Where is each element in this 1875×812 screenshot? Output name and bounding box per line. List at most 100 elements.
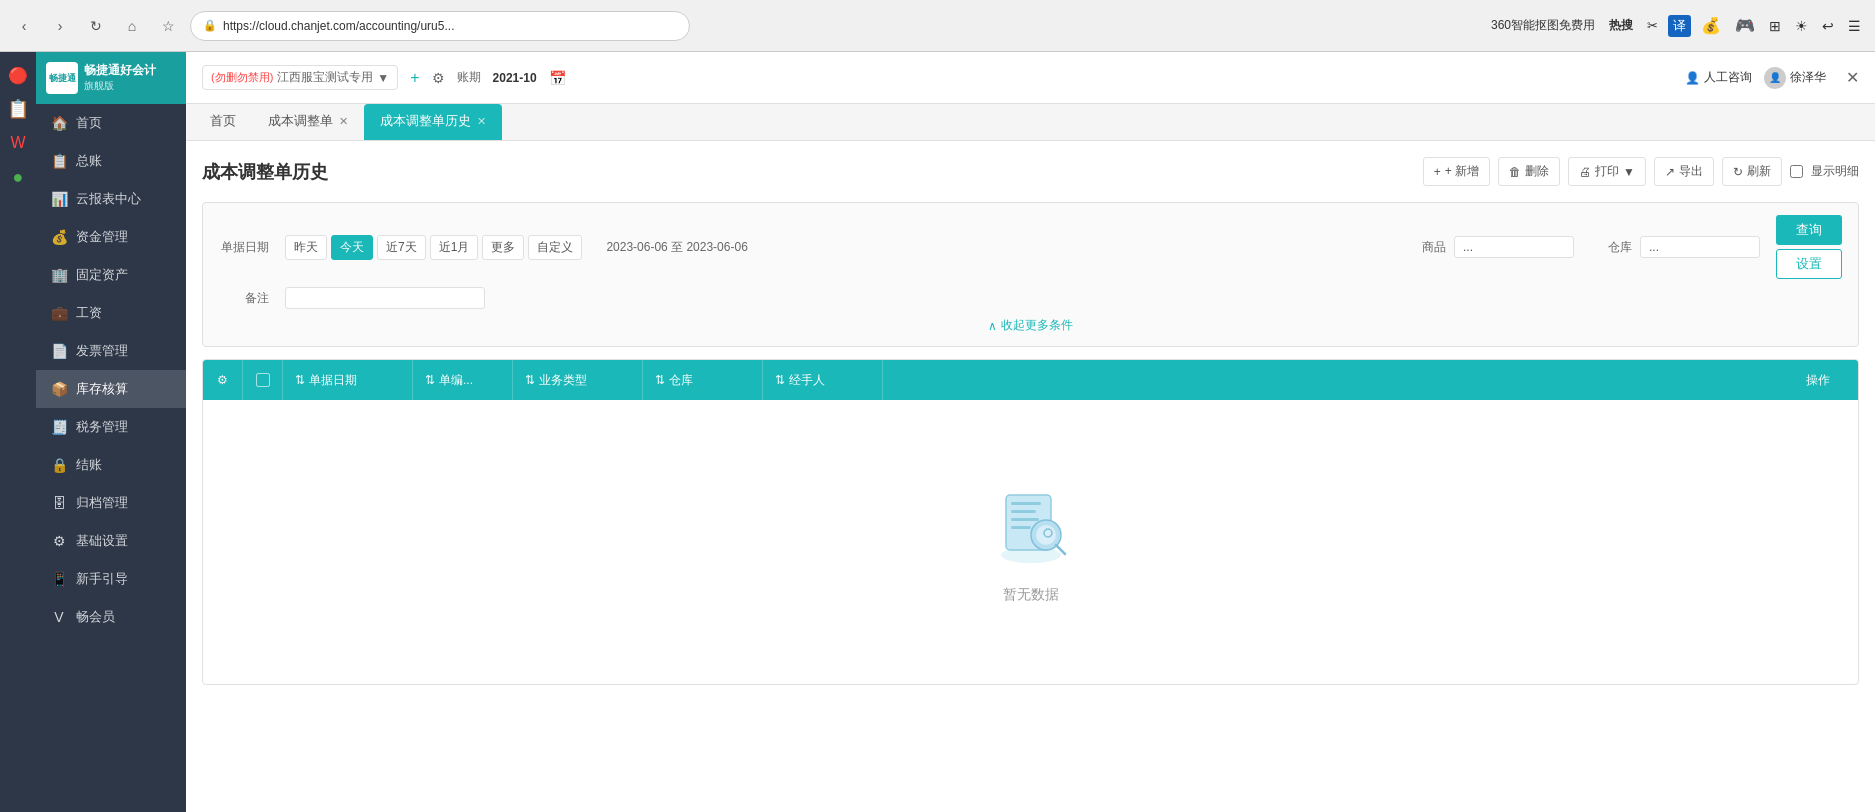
sidebar-item-closing[interactable]: 🔒结账 [36, 446, 186, 484]
sidebar-item-reports[interactable]: 📊云报表中心 [36, 180, 186, 218]
sidebar-icon-home: 🏠 [50, 115, 68, 131]
th-voucher[interactable]: ⇅ 单编... [413, 360, 513, 400]
hot-search-label[interactable]: 热搜 [1605, 15, 1637, 36]
collapse-button[interactable]: ∧ 收起更多条件 [988, 317, 1073, 334]
username-label: 徐泽华 [1790, 69, 1826, 86]
tab-label: 成本调整单 [268, 112, 333, 130]
sort-asc-icon-3: ⇅ [525, 373, 535, 387]
rail-icon-weibo[interactable]: W [3, 128, 33, 158]
sort-asc-icon-4: ⇅ [655, 373, 665, 387]
translate-icon[interactable]: 译 [1668, 15, 1691, 37]
app-edition: 旗舰版 [84, 79, 156, 93]
rail-icon-4[interactable]: ● [3, 162, 33, 192]
sidebar-item-funds[interactable]: 💰资金管理 [36, 218, 186, 256]
customer-service[interactable]: 👤 人工咨询 [1685, 69, 1752, 86]
tab-成本调整单[interactable]: 成本调整单 ✕ [252, 104, 364, 140]
menu-icon[interactable]: ☰ [1844, 16, 1865, 36]
forward-button[interactable]: › [46, 12, 74, 40]
new-button[interactable]: + + 新增 [1423, 157, 1490, 186]
sidebar-label-ledger: 总账 [76, 152, 102, 170]
brightness-icon[interactable]: ☀ [1791, 16, 1812, 36]
home-button[interactable]: ⌂ [118, 12, 146, 40]
th-action: 操作 [1778, 360, 1858, 400]
sidebar-label-funds: 资金管理 [76, 228, 128, 246]
dropdown-icon: ▼ [377, 71, 389, 85]
sidebar-item-home[interactable]: 🏠首页 [36, 104, 186, 142]
sidebar-nav: 🏠首页📋总账📊云报表中心💰资金管理🏢固定资产💼工资📄发票管理📦库存核算🧾税务管理… [36, 104, 186, 812]
export-icon: ↗ [1665, 165, 1675, 179]
print-button[interactable]: 🖨 打印 ▼ [1568, 157, 1646, 186]
select-all-checkbox[interactable] [256, 373, 270, 387]
date-btn-自定义[interactable]: 自定义 [528, 235, 582, 260]
scissors-icon[interactable]: ✂ [1643, 16, 1662, 35]
warehouse-filter-select[interactable]: ... [1640, 236, 1760, 258]
date-btn-近7天[interactable]: 近7天 [377, 235, 426, 260]
sidebar-icon-settings: ⚙ [50, 533, 68, 549]
undo-icon[interactable]: ↩ [1818, 16, 1838, 36]
sidebar-item-fixed-assets[interactable]: 🏢固定资产 [36, 256, 186, 294]
calendar-icon[interactable]: 📅 [549, 70, 566, 86]
sidebar-item-salary[interactable]: 💼工资 [36, 294, 186, 332]
rail-icon-1[interactable]: 🔴 [3, 60, 33, 90]
warehouse-filter-label: 仓库 [1582, 239, 1632, 256]
tab-成本调整单历史[interactable]: 成本调整单历史✕ [364, 104, 502, 140]
goods-filter-select[interactable]: ... [1454, 236, 1574, 258]
sidebar-item-invoice[interactable]: 📄发票管理 [36, 332, 186, 370]
date-btn-昨天[interactable]: 昨天 [285, 235, 327, 260]
tab-close-1[interactable]: ✕ [339, 115, 348, 128]
sidebar-item-guide[interactable]: 📱新手引导 [36, 560, 186, 598]
game-icon[interactable]: 🎮 [1731, 14, 1759, 37]
sidebar-icon-tax: 🧾 [50, 419, 68, 435]
th-gear[interactable]: ⚙ [203, 360, 243, 400]
grid-icon[interactable]: ⊞ [1765, 16, 1785, 36]
settings-icon[interactable]: ⚙ [432, 70, 445, 86]
company-selector[interactable]: (勿删勿禁用) 江西服宝测试专用 ▼ [202, 65, 398, 90]
ssl-icon: 🔒 [203, 19, 217, 32]
add-company-icon[interactable]: + [410, 69, 419, 87]
top-bar: (勿删勿禁用) 江西服宝测试专用 ▼ + ⚙ 账期 2021-10 📅 👤 人工… [186, 52, 1875, 104]
sidebar-item-tax[interactable]: 🧾税务管理 [36, 408, 186, 446]
sort-asc-icon-2: ⇅ [425, 373, 435, 387]
export-button[interactable]: ↗ 导出 [1654, 157, 1714, 186]
sidebar-label-closing: 结账 [76, 456, 102, 474]
remark-filter-input[interactable] [285, 287, 485, 309]
sidebar-item-inventory[interactable]: 📦库存核算 [36, 370, 186, 408]
sidebar-item-ledger[interactable]: 📋总账 [36, 142, 186, 180]
th-warehouse[interactable]: ⇅ 仓库 [643, 360, 763, 400]
sort-asc-icon: ⇅ [295, 373, 305, 387]
back-button[interactable]: ‹ [10, 12, 38, 40]
sidebar-item-archive[interactable]: 🗄归档管理 [36, 484, 186, 522]
main-content: (勿删勿禁用) 江西服宝测试专用 ▼ + ⚙ 账期 2021-10 📅 👤 人工… [186, 52, 1875, 812]
delete-button[interactable]: 🗑 删除 [1498, 157, 1560, 186]
date-btn-今天[interactable]: 今天 [331, 235, 373, 260]
refresh-button[interactable]: ↻ [82, 12, 110, 40]
display-toggle[interactable]: 显示明细 [1790, 163, 1859, 180]
user-avatar: 👤 [1764, 67, 1786, 89]
address-bar[interactable]: 🔒 https://cloud.chanjet.com/accounting/u… [190, 11, 690, 41]
date-filter-label: 单据日期 [219, 239, 269, 256]
tab-首页[interactable]: 首页 [194, 104, 252, 140]
sidebar-item-vip[interactable]: V畅会员 [36, 598, 186, 636]
th-biztype[interactable]: ⇅ 业务类型 [513, 360, 643, 400]
period-label: 账期 [457, 69, 481, 86]
th-checkbox[interactable] [243, 360, 283, 400]
sidebar-label-vip: 畅会员 [76, 608, 115, 626]
th-date[interactable]: ⇅ 单据日期 [283, 360, 413, 400]
query-button[interactable]: 查询 [1776, 215, 1842, 245]
star-button[interactable]: ☆ [154, 12, 182, 40]
top-bar-close[interactable]: ✕ [1846, 68, 1859, 87]
sidebar-item-settings[interactable]: ⚙基础设置 [36, 522, 186, 560]
user-profile[interactable]: 👤 徐泽华 [1764, 67, 1826, 89]
date-btn-近1月[interactable]: 近1月 [430, 235, 479, 260]
filter-settings-button[interactable]: 设置 [1776, 249, 1842, 279]
tab-label: 首页 [210, 112, 236, 130]
search-label[interactable]: 360智能抠图免费用 [1487, 15, 1599, 36]
rail-icon-2[interactable]: 📋 [3, 94, 33, 124]
date-btn-更多[interactable]: 更多 [482, 235, 524, 260]
wallet-icon[interactable]: 💰 [1697, 14, 1725, 37]
refresh-button-page[interactable]: ↻ 刷新 [1722, 157, 1782, 186]
tab-close-2[interactable]: ✕ [477, 115, 486, 128]
sort-asc-icon-5: ⇅ [775, 373, 785, 387]
display-toggle-checkbox[interactable] [1790, 165, 1803, 178]
th-handler[interactable]: ⇅ 经手人 [763, 360, 883, 400]
